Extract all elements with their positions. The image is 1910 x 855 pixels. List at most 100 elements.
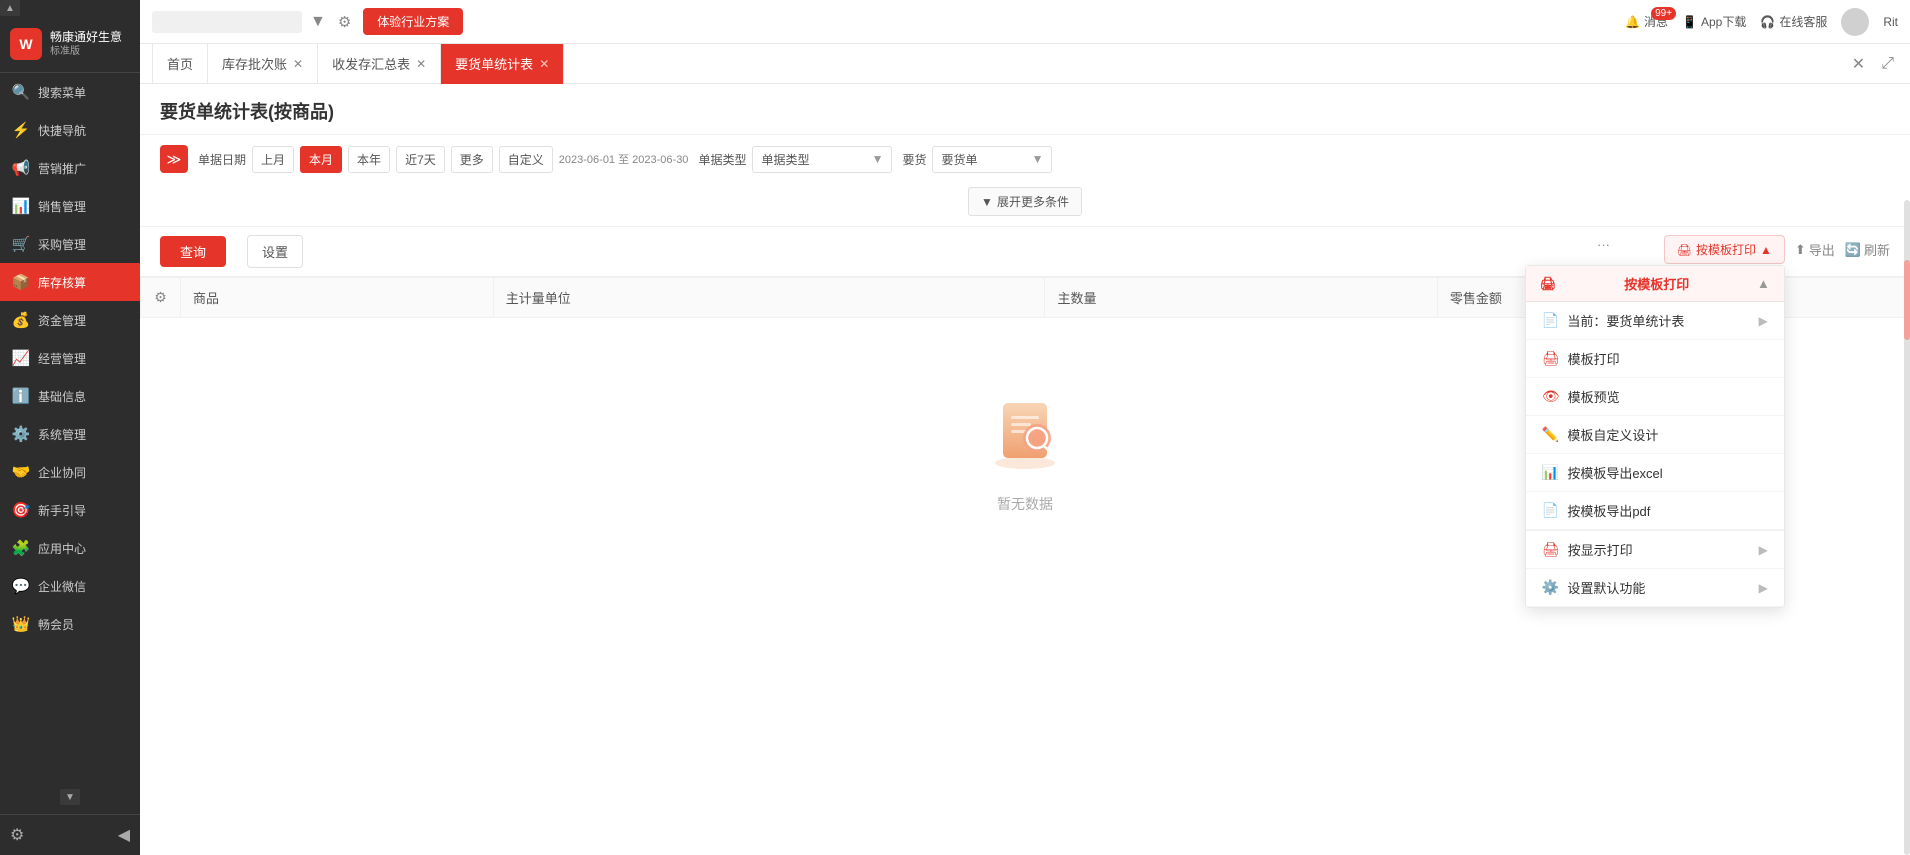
export-excel-label: 按模板导出excel <box>1567 463 1662 482</box>
current-template-arrow: ▶ <box>1759 314 1768 328</box>
cargo-select-value: 要货单 <box>941 151 977 168</box>
gear-icon[interactable]: ⚙ <box>154 289 167 305</box>
export-label: 导出 <box>1809 240 1835 259</box>
username: Rit <box>1883 15 1898 29</box>
marketing-icon: 📢 <box>10 159 32 177</box>
bell-icon: 🔔 <box>1625 15 1640 29</box>
trial-button[interactable]: 体验行业方案 <box>363 8 463 35</box>
date-range-text: 2023-06-01 至 2023-06-30 <box>559 151 689 167</box>
sidebar-item-newbie[interactable]: 🎯 新手引导 <box>0 491 140 529</box>
expand-icon: ▼ <box>981 195 993 209</box>
topbar-gear-icon[interactable]: ⚙ <box>334 9 355 35</box>
service-label: 在线客服 <box>1779 13 1827 30</box>
tab-batch-close[interactable]: ✕ <box>293 57 303 71</box>
date-prev-btn[interactable]: 上月 <box>252 146 294 173</box>
right-scrollbar[interactable] <box>1904 200 1910 855</box>
system-icon: ⚙️ <box>10 425 32 443</box>
topbar-right: 🔔 消息 99+ 📱 App下载 🎧 在线客服 Rit <box>1625 8 1898 36</box>
col-product: 商品 <box>181 278 494 318</box>
message-button[interactable]: 🔔 消息 99+ <box>1625 13 1668 30</box>
print-chevron-up: ▲ <box>1760 243 1772 257</box>
tab-close-all-icon[interactable]: ✕ <box>1848 50 1869 78</box>
sidebar-scroll-down[interactable]: ▼ <box>60 789 80 805</box>
sidebar-item-collab[interactable]: 🤝 企业协同 <box>0 453 140 491</box>
sidebar-item-quick[interactable]: ⚡ 快捷导航 <box>0 111 140 149</box>
sidebar-item-sales[interactable]: 📊 销售管理 <box>0 187 140 225</box>
right-scrollbar-thumb[interactable] <box>1904 260 1910 340</box>
print-panel-close[interactable]: ▲ <box>1757 276 1770 291</box>
export-excel-item[interactable]: 📊 按模板导出excel <box>1526 454 1784 492</box>
finance-icon: 💰 <box>10 311 32 329</box>
sidebar-item-member[interactable]: 👑 畅会员 <box>0 605 140 643</box>
date-more-btn[interactable]: 更多 <box>451 146 493 173</box>
tab-order-stat-close[interactable]: ✕ <box>539 57 549 71</box>
template-print-icon: 🖨 <box>1542 350 1560 367</box>
export-pdf-item[interactable]: 📄 按模板导出pdf <box>1526 492 1784 530</box>
sidebar-item-inventory[interactable]: 📦 库存核算 <box>0 263 140 301</box>
inventory-icon: 📦 <box>10 273 32 291</box>
sidebar-item-marketing[interactable]: 📢 营销推广 <box>0 149 140 187</box>
sidebar-item-apps[interactable]: 🧩 应用中心 <box>0 529 140 567</box>
apps-icon: 🧩 <box>10 539 32 557</box>
sidebar-item-purchase[interactable]: 🛒 采购管理 <box>0 225 140 263</box>
sidebar-item-operation[interactable]: 📈 经营管理 <box>0 339 140 377</box>
date-7days-btn[interactable]: 近7天 <box>396 146 445 173</box>
settings-button[interactable]: 设置 <box>247 235 303 268</box>
date-current-btn[interactable]: 本月 <box>300 146 342 173</box>
tab-home[interactable]: 首页 <box>152 44 208 84</box>
tab-receipt[interactable]: 收发存汇总表 ✕ <box>318 44 441 84</box>
collapse-icon[interactable]: ◀ <box>118 825 130 845</box>
cargo-filter-label: 要货 <box>902 151 926 168</box>
sidebar-item-wechat[interactable]: 💬 企业微信 <box>0 567 140 605</box>
settings-bottom-icon[interactable]: ⚙ <box>10 825 24 845</box>
date-year-btn[interactable]: 本年 <box>348 146 390 173</box>
query-button[interactable]: 查询 <box>160 236 226 267</box>
refresh-button[interactable]: 🔄 刷新 <box>1845 240 1890 259</box>
print-panel-title: 按模板打印 <box>1624 274 1689 293</box>
sidebar-logo: W 畅康通好生意 标准版 <box>0 16 140 73</box>
logo-text: 畅康通好生意 标准版 <box>50 30 122 59</box>
current-template-item[interactable]: 📄 当前：要货单统计表 ▶ <box>1526 302 1784 340</box>
topbar-search-input[interactable] <box>152 11 302 33</box>
template-design-item[interactable]: ✏️ 模板自定义设计 <box>1526 416 1784 454</box>
display-print-label: 按显示打印 <box>1568 540 1633 559</box>
more-button[interactable]: ··· <box>1597 237 1610 252</box>
logo-icon: W <box>10 28 42 60</box>
current-template-icon: 📄 <box>1542 312 1559 329</box>
expand-conditions-button[interactable]: ▼ 展开更多条件 <box>968 187 1082 216</box>
cargo-select[interactable]: 要货单 ▼ <box>932 146 1052 173</box>
export-button[interactable]: ⬆ 导出 <box>1795 240 1835 259</box>
sidebar-item-basic[interactable]: ℹ️ 基础信息 <box>0 377 140 415</box>
sidebar-label-collab: 企业协同 <box>38 464 86 481</box>
col-gear[interactable]: ⚙ <box>141 278 181 318</box>
sidebar-label-quick: 快捷导航 <box>38 122 86 139</box>
filter-date-group: 单据日期 上月 本月 本年 近7天 更多 自定义 2023-06-01 至 20… <box>198 146 688 173</box>
template-preview-item[interactable]: 👁 模板预览 <box>1526 378 1784 416</box>
service-button[interactable]: 🎧 在线客服 <box>1760 13 1827 30</box>
display-print-item[interactable]: 🖨 按显示打印 ▶ <box>1526 530 1784 569</box>
topbar-dropdown-icon[interactable]: ▼ <box>310 13 326 31</box>
tab-receipt-close[interactable]: ✕ <box>416 57 426 71</box>
sidebar-item-finance[interactable]: 💰 资金管理 <box>0 301 140 339</box>
tab-maximize-icon[interactable]: ⤢ <box>1877 51 1898 77</box>
sidebar-label-inventory: 库存核算 <box>38 274 86 291</box>
sidebar-item-system[interactable]: ⚙️ 系统管理 <box>0 415 140 453</box>
wechat-icon: 💬 <box>10 577 32 595</box>
sidebar-scroll-up[interactable]: ▲ <box>0 0 20 16</box>
template-print-item[interactable]: 🖨 模板打印 <box>1526 340 1784 378</box>
purchase-icon: 🛒 <box>10 235 32 253</box>
date-filter-label: 单据日期 <box>198 151 246 168</box>
date-custom-btn[interactable]: 自定义 <box>499 146 553 173</box>
tab-batch[interactable]: 库存批次账 ✕ <box>208 44 318 84</box>
main-content: ▼ ⚙ 体验行业方案 🔔 消息 99+ 📱 App下载 🎧 在线客服 Rit <box>140 0 1910 855</box>
tab-order-stat[interactable]: 要货单统计表 ✕ <box>441 44 564 84</box>
col-unit: 主计量单位 <box>493 278 1045 318</box>
print-dropdown-button[interactable]: 🖨 按模板打印 ▲ <box>1664 235 1785 264</box>
app-download-button[interactable]: 📱 App下载 <box>1682 13 1746 30</box>
avatar[interactable] <box>1841 8 1869 36</box>
filter-expand-button[interactable]: ≫ <box>160 145 188 173</box>
sidebar-item-search[interactable]: 🔍 搜索菜单 <box>0 73 140 111</box>
print-panel: 🖨 按模板打印 ▲ 📄 当前：要货单统计表 ▶ <box>1525 265 1785 608</box>
default-func-item[interactable]: ⚙️ 设置默认功能 ▶ <box>1526 569 1784 607</box>
type-select[interactable]: 单据类型 ▼ <box>752 146 892 173</box>
